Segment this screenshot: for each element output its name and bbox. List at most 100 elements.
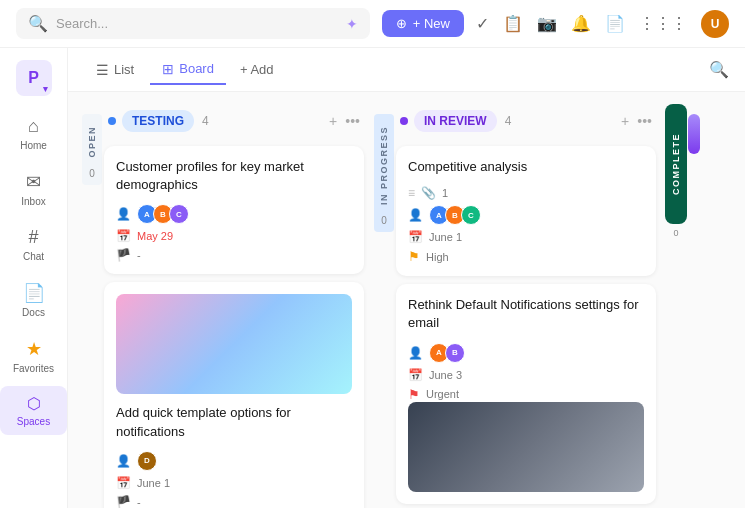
avatar: C [461,205,481,225]
content-area: ☰ List ⊞ Board + Add 🔍 OPEN 0 [68,48,745,508]
spaces-icon: ⬡ [27,394,41,413]
priority-label: Urgent [426,388,459,400]
card-title: Customer profiles for key market demogra… [116,158,352,194]
card-dark-image [408,402,644,492]
more-options-icon[interactable]: ••• [345,113,360,129]
open-bar: OPEN 0 [82,114,102,185]
assignees-row: 👤 A B C [116,204,352,224]
card-competitive-analysis[interactable]: Competitive analysis ≡ 📎 1 👤 A [396,146,656,276]
date-row: 📅 May 29 [116,229,352,243]
in-progress-bar: IN PROGRESS 0 [374,114,394,232]
testing-dot [108,117,116,125]
in-review-col-header: IN REVIEW 4 + ••• [396,104,656,138]
new-button[interactable]: ⊕ + New [382,10,464,37]
assignees-row: 👤 A B C [408,205,644,225]
flag-row: 🏴 - [116,248,352,262]
docs-icon: 📄 [23,282,45,304]
add-view-button[interactable]: + Add [230,56,284,83]
in-review-col-actions[interactable]: + ••• [621,113,652,129]
testing-column: TESTING 4 + ••• Customer profiles for ke… [104,104,364,496]
next-col-peek [688,114,700,154]
search-toggle-icon[interactable]: 🔍 [709,60,729,79]
in-progress-count: 0 [381,215,387,226]
attachment-count: 1 [442,187,448,199]
calendar-icon: 📅 [408,368,423,382]
open-status-bar: OPEN 0 [80,104,104,496]
board-area: OPEN 0 TESTING 4 + ••• [68,92,745,508]
calendar-icon: 📅 [408,230,423,244]
card-avatars: A B [429,343,465,363]
card-avatars: D [137,451,157,471]
sidebar-item-spaces[interactable]: ⬡ Spaces [0,386,67,435]
attachment-icon: 📎 [421,186,436,200]
sidebar-item-chat[interactable]: # Chat [0,219,67,270]
priority-label: High [426,251,449,263]
card-date: June 1 [429,231,462,243]
user-avatar[interactable]: U [701,10,729,38]
search-placeholder: Search... [56,16,338,31]
more-options-icon[interactable]: ••• [637,113,652,129]
testing-col-inner: TESTING 4 + ••• Customer profiles for ke… [104,104,364,496]
card-title: Add quick template options for notificat… [116,404,352,440]
card-image [116,294,352,394]
date-row: 📅 June 1 [116,476,352,490]
list-icon: ☰ [96,62,109,78]
card-meta: 👤 A B C 📅 May 29 [116,204,352,262]
complete-count: 0 [673,228,678,238]
sparkle-icon: ✦ [346,16,358,32]
flag-value: - [137,249,141,261]
assignees-row: 👤 D [116,451,352,471]
avatar: B [445,343,465,363]
alarm-icon[interactable]: 🔔 [571,14,591,33]
date-row: 📅 June 3 [408,368,644,382]
list-tab[interactable]: ☰ List [84,56,146,84]
plus-icon: ⊕ [396,16,407,31]
board-icon: ⊞ [162,61,174,77]
priority-flag: ⚑ [408,249,420,264]
sidebar-item-favorites[interactable]: ★ Favorites [0,330,67,382]
chat-icon: # [28,227,38,248]
camera-icon[interactable]: 📷 [537,14,557,33]
search-box[interactable]: 🔍 Search... ✦ [16,8,370,39]
open-count: 0 [89,168,95,179]
inbox-icon: ✉ [26,171,41,193]
main-layout: P ⌂ Home ✉ Inbox # Chat 📄 Docs ★ Favorit… [0,48,745,508]
in-review-col-inner: IN REVIEW 4 + ••• Competitive analysis [396,104,656,496]
priority-flag: ⚑ [408,387,420,402]
complete-col: COMPLETE 0 [664,104,688,496]
topbar: 🔍 Search... ✦ ⊕ + New ✓ 📋 📷 🔔 📄 ⋮⋮⋮ U [0,0,745,48]
card-title: Competitive analysis [408,158,644,176]
assignee-icon: 👤 [408,208,423,222]
in-progress-label: IN PROGRESS [376,120,392,211]
card-customer-profiles[interactable]: Customer profiles for key market demogra… [104,146,364,274]
card-date: June 3 [429,369,462,381]
card-meta: 👤 A B 📅 June 3 ⚑ [408,343,644,402]
workspace-logo[interactable]: P [16,60,52,96]
search-icon: 🔍 [28,14,48,33]
card-title: Rethink Default Notifications settings f… [408,296,644,332]
sidebar-item-inbox[interactable]: ✉ Inbox [0,163,67,215]
card-rethink-notifications[interactable]: Rethink Default Notifications settings f… [396,284,656,503]
sidebar-item-home[interactable]: ⌂ Home [0,108,67,159]
testing-col-actions[interactable]: + ••• [329,113,360,129]
assignee-icon: 👤 [116,207,131,221]
sidebar-item-docs[interactable]: 📄 Docs [0,274,67,326]
flag-row: 🏴 - [116,495,352,508]
clipboard-icon[interactable]: 📋 [503,14,523,33]
add-card-icon[interactable]: + [621,113,629,129]
flag-icon: 🏴 [116,495,131,508]
in-progress-status-bar: IN PROGRESS 0 [372,104,396,496]
grid-icon[interactable]: ⋮⋮⋮ [639,14,687,33]
doc-icon[interactable]: 📄 [605,14,625,33]
card-template-options[interactable]: Add quick template options for notificat… [104,282,364,508]
add-card-icon[interactable]: + [329,113,337,129]
open-label: OPEN [84,120,100,164]
assignees-row: 👤 A B [408,343,644,363]
in-review-column: IN REVIEW 4 + ••• Competitive analysis [396,104,656,496]
card-avatars: A B C [137,204,189,224]
priority-row: ⚑ Urgent [408,387,644,402]
board-tab[interactable]: ⊞ Board [150,55,226,85]
in-review-title-badge: IN REVIEW [414,110,497,132]
check-icon[interactable]: ✓ [476,14,489,33]
testing-count: 4 [202,114,209,128]
